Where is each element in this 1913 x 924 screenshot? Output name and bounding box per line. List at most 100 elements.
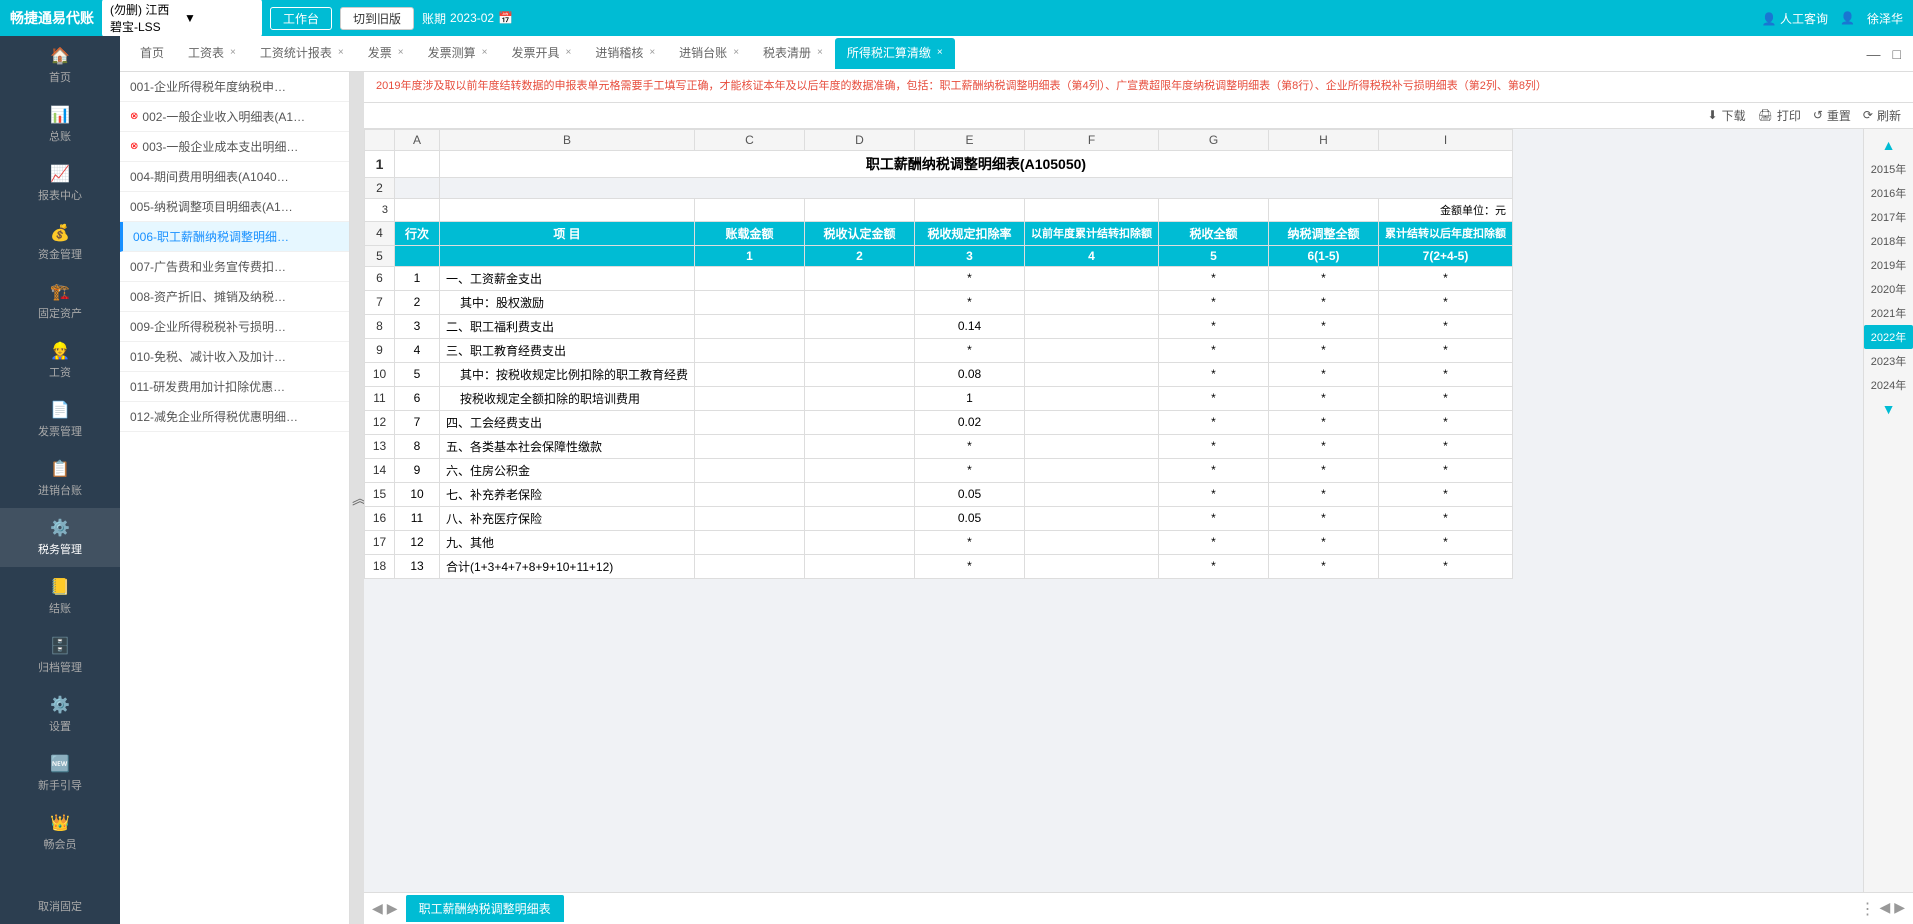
company-selector[interactable]: (勿删) 江西碧宝-LSS ▼	[102, 0, 262, 37]
form-list-item-006[interactable]: 006-职工薪酬纳税调整明细…	[120, 222, 349, 252]
support-link[interactable]: 👤 人工客询	[1762, 10, 1828, 27]
tab-salary-report[interactable]: 工资统计报表×	[248, 38, 356, 69]
collapse-panel-button[interactable]: 《	[350, 72, 364, 924]
sheet-scroll-right[interactable]: ▶	[387, 900, 398, 917]
sidebar-item-settings[interactable]: ⚙️ 设置	[0, 685, 120, 744]
app-logo: 畅捷通易代账	[10, 8, 94, 28]
form-list-item-007[interactable]: 007-广告费和业务宣传费扣…	[120, 252, 349, 282]
tab-income-tax[interactable]: 所得税汇算清缴×	[835, 38, 955, 69]
year-nav-down[interactable]: ▼	[1878, 397, 1900, 421]
form-list-item-001[interactable]: 001-企业所得税年度纳税申…	[120, 72, 349, 102]
reset-button[interactable]: ↺ 重置	[1813, 107, 1851, 124]
form-list-item-003[interactable]: ⊗ 003-一般企业成本支出明细…	[120, 132, 349, 162]
col-num-F: 4	[1025, 245, 1159, 266]
company-name: (勿删) 江西碧宝-LSS	[110, 1, 180, 35]
form-list-item-004[interactable]: 004-期间费用明细表(A1040…	[120, 162, 349, 192]
header-col-F: 以前年度累计结转扣除额	[1025, 221, 1159, 245]
sheet-scroll-far-left[interactable]: ◀	[1879, 899, 1890, 919]
form-label-008: 008-资产折旧、摊销及纳税…	[130, 288, 286, 305]
old-version-button[interactable]: 切到旧版	[340, 7, 414, 30]
cancel-fixed-label: 取消固定	[38, 898, 82, 914]
form-label-007: 007-广告费和业务宣传费扣…	[130, 258, 286, 275]
tab-invoice-calc[interactable]: 发票测算×	[416, 38, 500, 69]
col-A-header: A	[395, 129, 440, 150]
tab-close-salary-report[interactable]: ×	[338, 47, 344, 58]
tab-invoice[interactable]: 发票×	[356, 38, 416, 69]
content-area: 首页 工资表× 工资统计报表× 发票× 发票测算× 发票开具× 进销稽核× 进销…	[120, 36, 1913, 924]
year-2021[interactable]: 2021年	[1864, 301, 1913, 325]
header-col-G: 税收全额	[1159, 221, 1269, 245]
form-list-item-011[interactable]: 011-研发费用加计扣除优惠…	[120, 372, 349, 402]
sheet-scroll-far-right[interactable]: ▶	[1894, 899, 1905, 919]
form-list-item-008[interactable]: 008-资产折旧、摊销及纳税…	[120, 282, 349, 312]
tab-close-salary-sheet[interactable]: ×	[230, 47, 236, 58]
download-button[interactable]: ⬇ 下载	[1708, 107, 1746, 124]
year-2016[interactable]: 2016年	[1864, 181, 1913, 205]
tab-close-purchase-ledger[interactable]: ×	[733, 47, 739, 58]
refresh-button[interactable]: ⟳ 刷新	[1863, 107, 1901, 124]
year-2024[interactable]: 2024年	[1864, 373, 1913, 397]
invoice-icon: 📄	[50, 400, 70, 420]
tab-close-invoice[interactable]: ×	[398, 47, 404, 58]
col-F-header: F	[1025, 129, 1159, 150]
sidebar-item-close[interactable]: 📒 结账	[0, 567, 120, 626]
sidebar-item-member[interactable]: 👑 畅会员	[0, 803, 120, 862]
form-list-item-009[interactable]: 009-企业所得税税补亏损明…	[120, 312, 349, 342]
table-row: 17 12 九、其他 * * * *	[365, 530, 1513, 554]
sheet-more-icon[interactable]: ⋮	[1859, 899, 1875, 919]
tab-close-tax-list[interactable]: ×	[817, 47, 823, 58]
sidebar-label-purchase-sales: 进销台账	[38, 482, 82, 498]
year-2018[interactable]: 2018年	[1864, 229, 1913, 253]
sidebar-item-home[interactable]: 🏠 首页	[0, 36, 120, 95]
year-2017[interactable]: 2017年	[1864, 205, 1913, 229]
sheet-tab-salary-adjustment[interactable]: 职工薪酬纳税调整明细表	[406, 895, 564, 922]
sidebar-item-fund[interactable]: 💰 资金管理	[0, 213, 120, 272]
sidebar-item-invoice[interactable]: 📄 发票管理	[0, 390, 120, 449]
print-button[interactable]: 🖨 打印	[1758, 107, 1801, 124]
spreadsheet-container: A B C D E F G H I	[364, 129, 1913, 892]
sidebar-bottom: 取消固定	[0, 888, 120, 924]
tab-close-invoice-calc[interactable]: ×	[482, 47, 488, 58]
sidebar-item-asset[interactable]: 🏗️ 固定资产	[0, 272, 120, 331]
sidebar-item-archive[interactable]: 🗄️ 归档管理	[0, 626, 120, 685]
year-2019[interactable]: 2019年	[1864, 253, 1913, 277]
year-2022[interactable]: 2022年	[1864, 325, 1913, 349]
sidebar-item-purchase-sales[interactable]: 📋 进销台账	[0, 449, 120, 508]
tab-close-invoice-open[interactable]: ×	[565, 47, 571, 58]
tab-minimize-btn[interactable]: —	[1863, 44, 1885, 64]
year-2020[interactable]: 2020年	[1864, 277, 1913, 301]
tab-purchase-audit[interactable]: 进销稽核×	[583, 38, 667, 69]
form-list-item-012[interactable]: 012-减免企业所得税优惠明细…	[120, 402, 349, 432]
workspace-button[interactable]: 工作台	[270, 7, 332, 30]
tab-home[interactable]: 首页	[128, 38, 176, 69]
tab-invoice-open[interactable]: 发票开具×	[499, 38, 583, 69]
sidebar-item-report[interactable]: 📈 报表中心	[0, 154, 120, 213]
form-list-item-002[interactable]: ⊗ 002-一般企业收入明细表(A1…	[120, 102, 349, 132]
sidebar-item-ledger[interactable]: 📊 总账	[0, 95, 120, 154]
tab-tax-list[interactable]: 税表清册×	[751, 38, 835, 69]
print-icon: 🖨	[1758, 108, 1773, 122]
form-list-item-005[interactable]: 005-纳税调整项目明细表(A1…	[120, 192, 349, 222]
form-list-item-010[interactable]: 010-免税、减计收入及加计…	[120, 342, 349, 372]
print-label: 打印	[1777, 107, 1801, 124]
year-2015[interactable]: 2015年	[1864, 157, 1913, 181]
tab-maximize-btn[interactable]: □	[1889, 44, 1905, 64]
tab-close-income-tax[interactable]: ×	[937, 47, 943, 58]
tab-salary-sheet[interactable]: 工资表×	[176, 38, 248, 69]
calendar-icon[interactable]: 📅	[498, 11, 513, 25]
sidebar-item-salary[interactable]: 👷 工资	[0, 331, 120, 390]
year-nav-up[interactable]: ▲	[1878, 133, 1900, 157]
sidebar-cancel-fixed[interactable]: 取消固定	[0, 888, 120, 924]
reset-label: 重置	[1827, 107, 1851, 124]
tab-bar: 首页 工资表× 工资统计报表× 发票× 发票测算× 发票开具× 进销稽核× 进销…	[120, 36, 1913, 72]
spreadsheet-inner[interactable]: A B C D E F G H I	[364, 129, 1863, 892]
notice-bar: 2019年度涉及取以前年度结转数据的申报表单元格需要手工填写正确，才能核证本年及…	[364, 72, 1913, 103]
sheet-scroll-left[interactable]: ◀	[372, 900, 383, 917]
tab-purchase-ledger[interactable]: 进销台账×	[667, 38, 751, 69]
sidebar-item-tax[interactable]: ⚙️ 税务管理	[0, 508, 120, 567]
year-2023[interactable]: 2023年	[1864, 349, 1913, 373]
tab-close-purchase-audit[interactable]: ×	[649, 47, 655, 58]
sidebar-item-guide[interactable]: 🆕 新手引导	[0, 744, 120, 803]
ledger-icon: 📊	[50, 105, 70, 125]
header-row-seq: 行次	[395, 221, 440, 245]
